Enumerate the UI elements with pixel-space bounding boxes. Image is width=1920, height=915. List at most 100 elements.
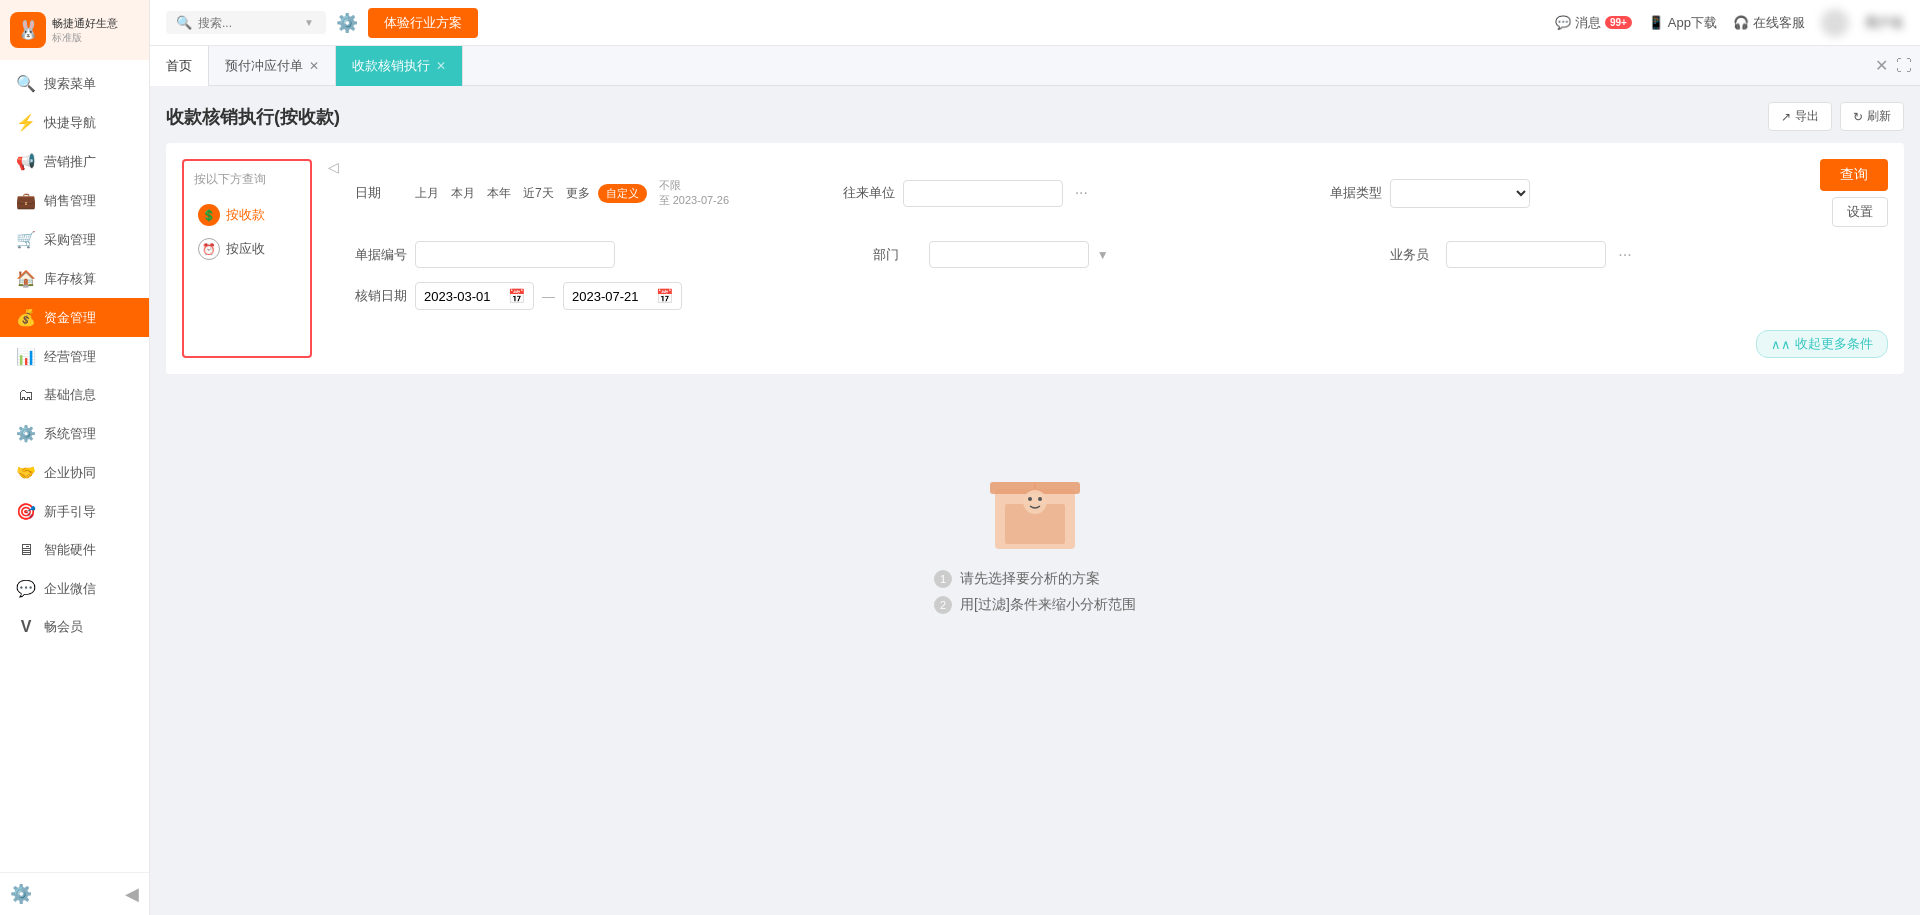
filter-by-receivable[interactable]: ⏰ 按应收 [194,232,300,266]
employee-more-btn[interactable]: ··· [1614,246,1635,264]
writeoff-date-label: 核销日期 [355,287,407,305]
finance-icon: 💰 [16,308,36,327]
sidebar-logo: 🐰 畅捷通好生意 标准版 [0,0,149,60]
counterpart-label: 往来单位 [843,184,895,202]
tab-prepayment[interactable]: 预付冲应付单 ✕ [209,46,336,86]
empty-icon [975,454,1095,554]
sidebar-item-hardware[interactable]: 🖥 智能硬件 [0,531,149,569]
online-service-label: 在线客服 [1753,14,1805,32]
sidebar-item-label: 智能硬件 [44,541,96,559]
hint-2-label: 用[过滤]条件来缩小分析范围 [960,596,1136,614]
calendar-start-icon[interactable]: 📅 [508,288,525,304]
search-icon: 🔍 [176,15,192,30]
by-receipt-label: 按收款 [226,206,265,224]
sidebar-item-label: 资金管理 [44,309,96,327]
writeoff-date-range: 📅 — 📅 [415,282,682,310]
chevron-up-icon: ∧∧ [1771,337,1791,352]
sidebar-item-label: 采购管理 [44,231,96,249]
sidebar-item-system[interactable]: ⚙️ 系统管理 [0,414,149,453]
sidebar-item-label: 快捷导航 [44,114,96,132]
doctype-select[interactable] [1390,179,1530,208]
custom-tag[interactable]: 自定义 [598,184,647,203]
sidebar-item-search[interactable]: 🔍 搜索菜单 [0,64,149,103]
page-content: 收款核销执行(按收款) ↗ 导出 ↻ 刷新 按以下方查询 💲 按收款 [150,86,1920,915]
wechat-icon: 💬 [16,579,36,598]
writeoff-start-date-input[interactable] [424,289,504,304]
filter-sidebar: 按以下方查询 💲 按收款 ⏰ 按应收 [182,159,312,358]
sidebar-item-label: 营销推广 [44,153,96,171]
tab-home[interactable]: 首页 [150,46,209,86]
sidebar-item-label: 搜索菜单 [44,75,96,93]
export-button[interactable]: ↗ 导出 [1768,102,1832,131]
settings-bottom-icon[interactable]: ⚙️ [10,883,32,905]
counterpart-input[interactable] [903,180,1063,207]
sidebar-item-member[interactable]: V 畅会员 [0,608,149,646]
empty-state: 1 请先选择要分析的方案 2 用[过滤]条件来缩小分析范围 [166,374,1904,654]
sidebar-item-wechat[interactable]: 💬 企业微信 [0,569,149,608]
tab-writeoff[interactable]: 收款核销执行 ✕ [336,46,463,86]
dept-input[interactable] [929,241,1089,268]
setting-button[interactable]: 设置 [1832,197,1888,227]
counterpart-more-btn[interactable]: ··· [1071,184,1092,202]
date-shortcuts: 上月 本月 本年 近7天 更多 自定义 [411,183,647,204]
hardware-icon: 🖥 [16,541,36,559]
writeoff-end-date-wrap: 📅 [563,282,682,310]
collapse-conditions-button[interactable]: ∧∧ 收起更多条件 [1756,330,1888,358]
svg-point-4 [1023,490,1047,514]
sidebar-item-label: 企业微信 [44,580,96,598]
writeoff-end-date-input[interactable] [572,289,652,304]
sidebar-item-marketing[interactable]: 📢 营销推广 [0,142,149,181]
sidebar-item-cooperation[interactable]: 🤝 企业协同 [0,453,149,492]
message-button[interactable]: 💬 消息 99+ [1555,14,1632,32]
topbar-search-input[interactable] [198,16,298,30]
collapse-sidebar-icon[interactable]: ◀ [125,883,139,905]
sidebar-item-sales[interactable]: 💼 销售管理 [0,181,149,220]
this-month-shortcut[interactable]: 本月 [447,183,479,204]
this-year-shortcut[interactable]: 本年 [483,183,515,204]
hint-num-2: 2 [934,596,952,614]
last-7days-shortcut[interactable]: 近7天 [519,183,558,204]
sidebar-item-quick-nav[interactable]: ⚡ 快捷导航 [0,103,149,142]
calendar-end-icon[interactable]: 📅 [656,288,673,304]
refresh-button[interactable]: ↻ 刷新 [1840,102,1904,131]
expand-icon[interactable]: ⛶ [1896,57,1912,75]
collapse-filter-sidebar-btn[interactable]: ◁ [324,159,343,358]
refresh-icon: ↻ [1853,110,1863,124]
sidebar-item-guide[interactable]: 🎯 新手引导 [0,492,149,531]
counterpart-group: 往来单位 ··· [843,180,1311,207]
last-month-shortcut[interactable]: 上月 [411,183,443,204]
docno-input[interactable] [415,241,615,268]
svg-point-6 [1038,497,1042,501]
sidebar-item-purchase[interactable]: 🛒 采购管理 [0,220,149,259]
dept-group: 部门 ▼ [873,241,1371,268]
app-download-button[interactable]: 📱 App下载 [1648,14,1717,32]
writeoff-tab-close[interactable]: ✕ [436,59,446,73]
industry-solution-button[interactable]: 体验行业方案 [368,8,478,38]
employee-input[interactable] [1446,241,1606,268]
user-avatar[interactable] [1821,9,1849,37]
prepayment-tab-close[interactable]: ✕ [309,59,319,73]
online-service-button[interactable]: 🎧 在线客服 [1733,14,1805,32]
sidebar-item-finance[interactable]: 💰 资金管理 [0,298,149,337]
empty-hint-1: 1 请先选择要分析的方案 [934,570,1136,588]
app-name: 畅捷通好生意 [52,16,118,30]
sales-icon: 💼 [16,191,36,210]
sidebar-item-basic-info[interactable]: 🗂 基础信息 [0,376,149,414]
tabbar-actions: ✕ ⛶ [1875,56,1920,75]
sidebar-item-inventory[interactable]: 🏠 库存核算 [0,259,149,298]
close-all-tabs-icon[interactable]: ✕ [1875,56,1888,75]
purchase-icon: 🛒 [16,230,36,249]
query-button[interactable]: 查询 [1820,159,1888,191]
sidebar-item-management[interactable]: 📊 经营管理 [0,337,149,376]
hint-num-1: 1 [934,570,952,588]
inventory-icon: 🏠 [16,269,36,288]
filter-row-3: 核销日期 📅 — 📅 [355,282,1888,310]
date-no-limit: 不限 [659,178,729,193]
more-shortcut[interactable]: 更多 [562,183,594,204]
docno-group: 单据编号 [355,241,853,268]
filter-by-receipt[interactable]: 💲 按收款 [194,198,300,232]
dept-dropdown-icon[interactable]: ▼ [1097,248,1109,262]
receivable-icon: ⏰ [198,238,220,260]
gear-icon[interactable]: ⚙️ [336,12,358,34]
export-label: 导出 [1795,108,1819,125]
